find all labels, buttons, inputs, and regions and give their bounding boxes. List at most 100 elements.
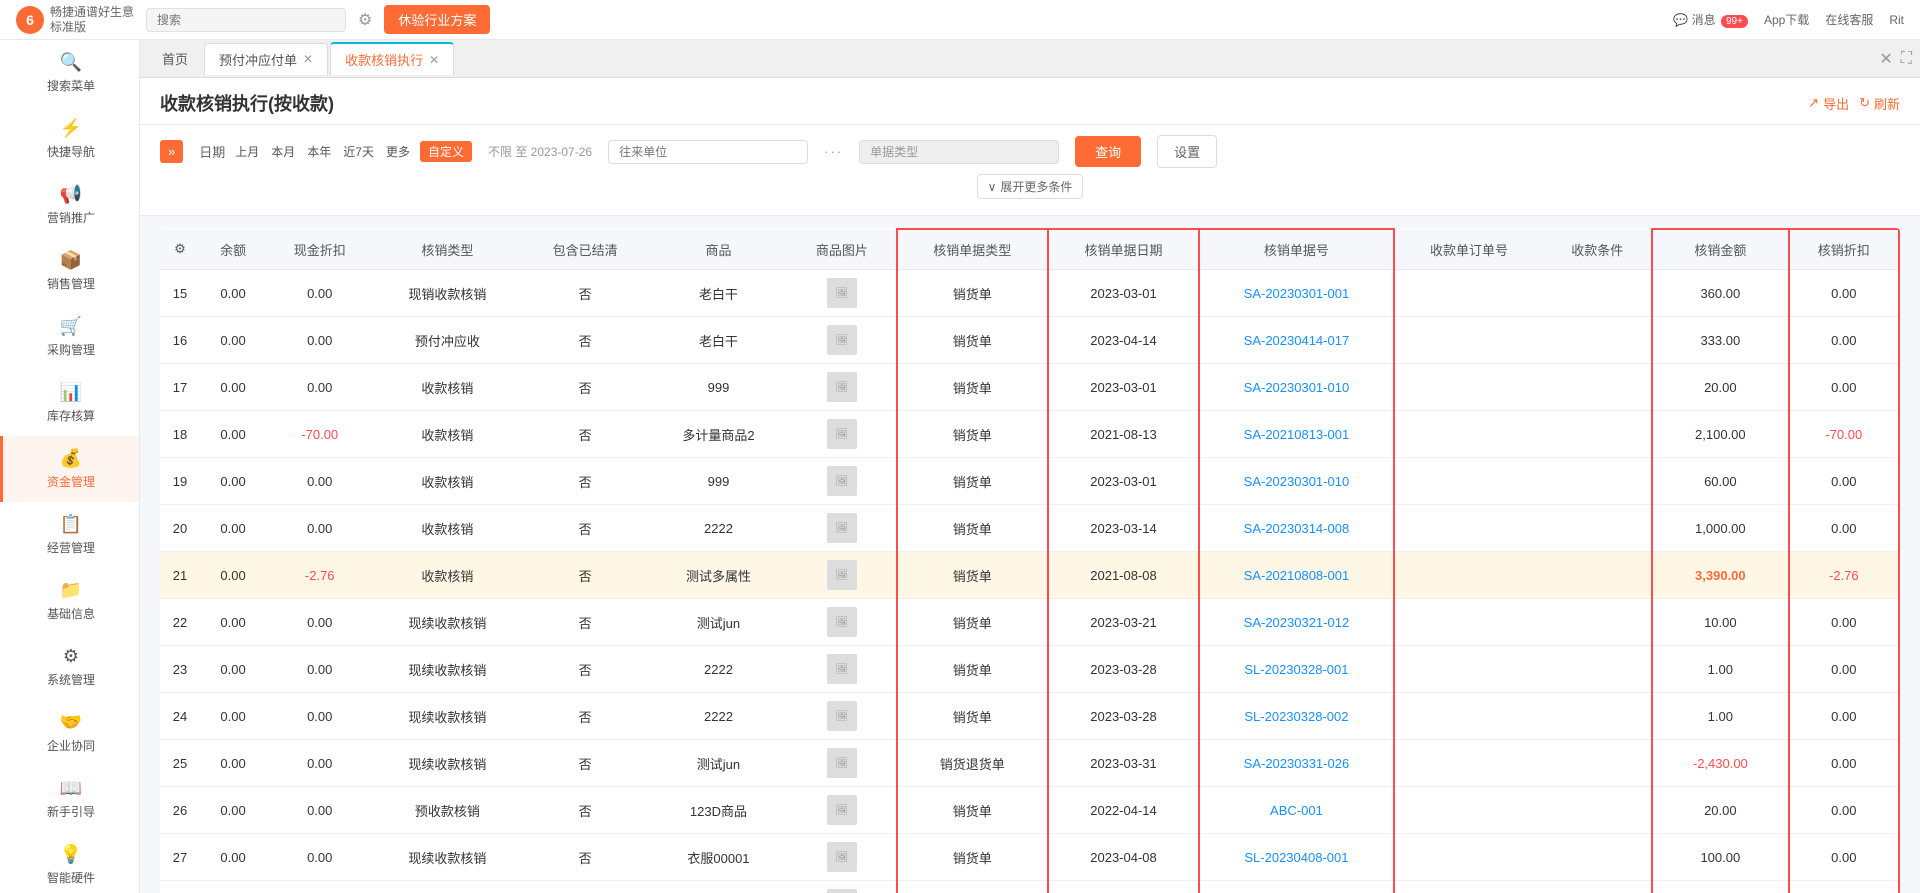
row-goods: 2222	[649, 646, 788, 693]
row-goods: 测试jun	[649, 740, 788, 787]
sidebar-item-guide[interactable]: 📖 新手引导	[0, 766, 139, 832]
sidebar-item-purchase[interactable]: 🛒 采购管理	[0, 304, 139, 370]
row-receipt-condition	[1543, 317, 1652, 364]
row-verify-discount: 0.00	[1789, 693, 1899, 740]
row-verify-receipt-no[interactable]: SL-20230408-001	[1199, 834, 1394, 881]
row-receipt-condition	[1543, 552, 1652, 599]
search-input[interactable]	[146, 8, 346, 32]
table-row: 180.00-70.00收款核销否多计量商品2🖼销货单2021-08-13SA-…	[160, 411, 1899, 458]
expand-arrow-btn[interactable]: »	[160, 140, 183, 163]
row-verify-receipt-no[interactable]: SA-20230301-010	[1199, 364, 1394, 411]
app-download-link[interactable]: App下载	[1764, 11, 1809, 28]
row-verify-receipt-type: 销货单	[897, 364, 1048, 411]
row-verify-receipt-type: 销货单	[897, 317, 1048, 364]
tab-prepay[interactable]: 预付冲应付单 ✕	[204, 43, 328, 75]
tab-close-all-btn[interactable]: ✕	[1879, 49, 1892, 69]
row-verify-receipt-no[interactable]: SA-20230301-010	[1199, 458, 1394, 505]
row-balance: 0.00	[200, 599, 266, 646]
tab-expand-btn[interactable]: ⛶	[1901, 49, 1912, 69]
sidebar-item-enterprise[interactable]: 🤝 企业协同	[0, 700, 139, 766]
filter-this-month[interactable]: 本月	[267, 141, 299, 162]
row-cash-discount: 0.00	[266, 693, 373, 740]
row-receipt-order-no	[1394, 364, 1544, 411]
sidebar-item-finance[interactable]: 💰 资金管理	[0, 436, 139, 502]
expand-more-btn[interactable]: ∨ 展开更多条件	[977, 174, 1084, 199]
sidebar-label-system: 系统管理	[47, 671, 95, 688]
row-verify-receipt-no[interactable]: ABC-001	[1199, 787, 1394, 834]
expand-row: ∨ 展开更多条件	[160, 174, 1900, 199]
sidebar-item-operations[interactable]: 📋 经营管理	[0, 502, 139, 568]
export-btn[interactable]: ↗ 导出	[1808, 94, 1849, 113]
enterprise-icon: 🤝	[60, 712, 82, 733]
refresh-btn[interactable]: ↻ 刷新	[1859, 94, 1900, 113]
row-include-settled: 否	[521, 599, 649, 646]
messages-icon[interactable]: 💬 消息 99+	[1673, 11, 1748, 28]
row-verify-receipt-no[interactable]: SL-20230418-001	[1199, 881, 1394, 893]
tab-verify-close[interactable]: ✕	[429, 53, 439, 67]
filter-this-year[interactable]: 本年	[303, 141, 335, 162]
sidebar-item-inventory[interactable]: 📊 库存核算	[0, 370, 139, 436]
row-verify-receipt-date: 2021-08-08	[1048, 552, 1199, 599]
settings-btn[interactable]: 设置	[1157, 135, 1217, 168]
row-verify-receipt-no[interactable]: SA-20210813-001	[1199, 411, 1394, 458]
gear-icon[interactable]: ⚙	[358, 10, 372, 30]
row-balance: 0.00	[200, 411, 266, 458]
row-verify-receipt-date: 2023-04-08	[1048, 834, 1199, 881]
filter-last-month[interactable]: 上月	[231, 141, 263, 162]
sidebar-item-system[interactable]: ⚙ 系统管理	[0, 634, 139, 700]
row-verify-receipt-no[interactable]: SA-20230314-008	[1199, 505, 1394, 552]
online-service-link[interactable]: 在线客服	[1825, 11, 1873, 28]
sidebar-item-sales[interactable]: 📦 销售管理	[0, 238, 139, 304]
row-verify-receipt-date: 2023-03-01	[1048, 364, 1199, 411]
row-goods-image: 🖼	[788, 834, 897, 881]
row-verify-discount: 0.00	[1789, 458, 1899, 505]
row-verify-receipt-no[interactable]: SA-20230331-026	[1199, 740, 1394, 787]
receipt-type-select[interactable]: 单据类型	[859, 140, 1059, 164]
row-receipt-order-no	[1394, 834, 1544, 881]
filter-dots: ···	[824, 144, 843, 159]
user-name[interactable]: Rit	[1889, 13, 1904, 27]
query-btn[interactable]: 查询	[1075, 136, 1141, 167]
row-goods: 2222	[649, 693, 788, 740]
top-bar-right: 💬 消息 99+ App下载 在线客服 Rit	[1673, 11, 1904, 28]
table-wrapper: ⚙ 余额 现金折扣 核销类型 包含已结清 商品 商品图片 核销单据类型 核销单据…	[160, 228, 1900, 893]
row-id: 25	[160, 740, 200, 787]
sidebar-item-hardware[interactable]: 💡 智能硬件	[0, 832, 139, 893]
filter-7days[interactable]: 近7天	[339, 141, 378, 162]
row-id: 19	[160, 458, 200, 505]
app-logo: 6 畅捷通谱好生意 标准版	[16, 5, 134, 34]
row-verify-receipt-no[interactable]: SA-20230301-001	[1199, 270, 1394, 317]
col-receipt-order-no: 收款单订单号	[1394, 229, 1544, 270]
table-row: 240.000.00现续收款核销否2222🖼销货单2023-03-28SL-20…	[160, 693, 1899, 740]
main-content: 首页 预付冲应付单 ✕ 收款核销执行 ✕ ✕ ⛶ 收款核销执行(按收款) ↗	[140, 40, 1920, 893]
filter-more[interactable]: 更多	[382, 141, 414, 162]
row-balance: 0.00	[200, 552, 266, 599]
row-verify-receipt-no[interactable]: SL-20230328-001	[1199, 646, 1394, 693]
row-verify-receipt-no[interactable]: SA-20230321-012	[1199, 599, 1394, 646]
row-include-settled: 否	[521, 505, 649, 552]
sidebar-item-marketing[interactable]: 📢 营销推广	[0, 172, 139, 238]
tab-home[interactable]: 首页	[148, 43, 202, 74]
row-goods-image: 🖼	[788, 458, 897, 505]
row-id: 22	[160, 599, 200, 646]
refresh-icon: ↻	[1859, 95, 1870, 111]
sidebar-item-basic[interactable]: 📁 基础信息	[0, 568, 139, 634]
sidebar-label-search: 搜索菜单	[47, 77, 95, 94]
tab-prepay-close[interactable]: ✕	[303, 52, 313, 66]
tab-verify[interactable]: 收款核销执行 ✕	[330, 42, 454, 75]
sidebar-item-search[interactable]: 🔍 搜索菜单	[0, 40, 139, 106]
row-verify-receipt-no[interactable]: SA-20230414-017	[1199, 317, 1394, 364]
row-verify-discount: 0.00	[1789, 599, 1899, 646]
row-verify-amount: 1.00	[1652, 693, 1789, 740]
row-verify-receipt-no[interactable]: SL-20230328-002	[1199, 693, 1394, 740]
counterparty-input[interactable]	[608, 140, 808, 164]
filter-custom-btn[interactable]: 自定义	[420, 141, 472, 162]
row-verify-receipt-no[interactable]: SA-20210808-001	[1199, 552, 1394, 599]
hardware-icon: 💡	[60, 844, 82, 865]
sidebar-label-quicknav: 快捷导航	[47, 143, 95, 160]
row-goods: 测试多属性	[649, 552, 788, 599]
col-settings[interactable]: ⚙	[160, 229, 200, 270]
settings-icon[interactable]: ⚙	[174, 241, 186, 256]
trial-btn[interactable]: 休验行业方案	[384, 5, 490, 34]
sidebar-item-quicknav[interactable]: ⚡ 快捷导航	[0, 106, 139, 172]
